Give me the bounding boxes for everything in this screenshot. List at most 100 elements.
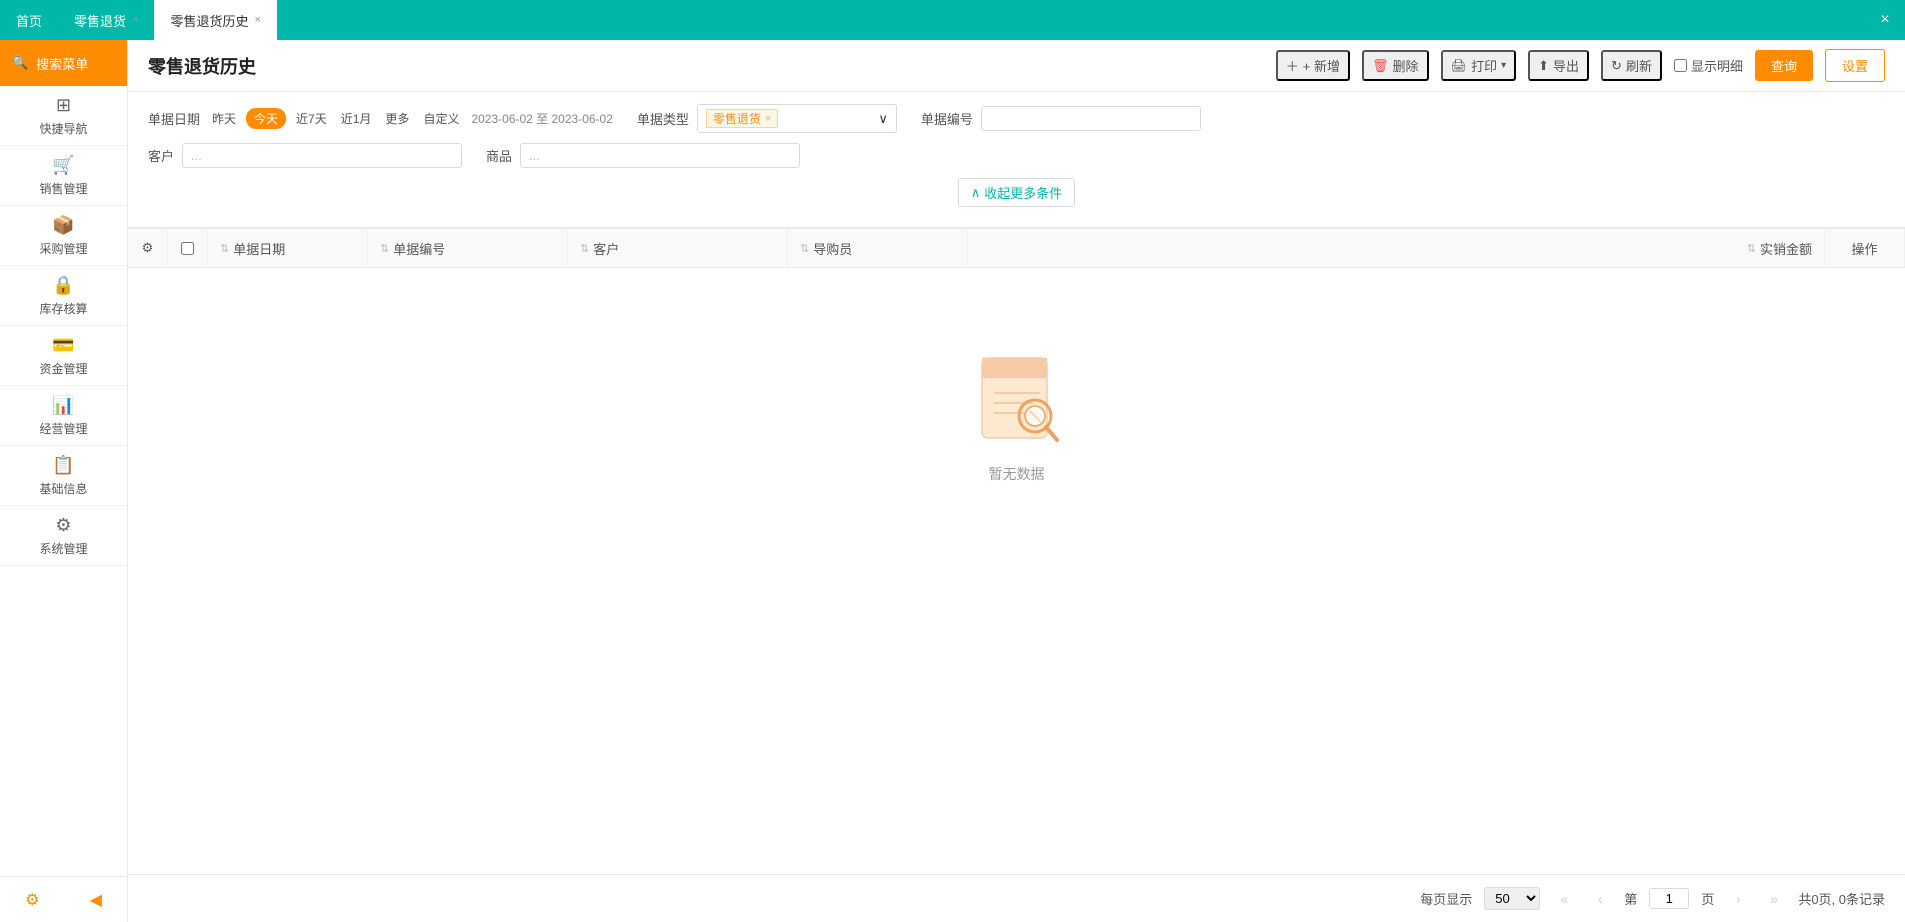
purchase-icon: 📦 [52, 215, 74, 236]
date-btn-more[interactable]: 更多 [381, 108, 413, 129]
sort-amount-icon: ⇅ [1747, 242, 1756, 255]
print-dropdown-icon: ▾ [1501, 60, 1506, 71]
table-header: ⚙ ⇅ 单据日期 ⇅ 单据编号 ⇅ 客户 [128, 228, 1905, 268]
th-checkbox[interactable] [168, 229, 208, 267]
main-layout: 🔍 搜索菜单 ⊞ 快捷导航 🛒 销售管理 📦 采购管理 🔒 库存核算 💳 [0, 40, 1905, 922]
sidebar-bottom: ⚙ ◀ [0, 876, 127, 922]
type-tag-close[interactable]: × [765, 113, 771, 125]
th-orderno[interactable]: ⇅ 单据编号 [368, 229, 568, 267]
sidebar: 🔍 搜索菜单 ⊞ 快捷导航 🛒 销售管理 📦 采购管理 🔒 库存核算 💳 [0, 40, 128, 922]
search-icon: 🔍 [12, 55, 28, 71]
delete-button[interactable]: 🗑 删除 [1362, 50, 1429, 81]
customer-placeholder: ... [191, 148, 453, 163]
sidebar-item-system-mgmt[interactable]: ⚙ 系统管理 [0, 506, 127, 566]
operation-icon: 📊 [52, 395, 74, 416]
total-pages-label: 页 [1701, 889, 1714, 908]
export-button[interactable]: ⬆ 导出 [1528, 50, 1589, 81]
tab-retail-return-close[interactable]: × [132, 14, 138, 26]
tab-retail-return-history[interactable]: 零售退货历史 × [154, 0, 276, 40]
sidebar-item-sales-mgmt[interactable]: 🛒 销售管理 [0, 146, 127, 206]
table-container: ⚙ ⇅ 单据日期 ⇅ 单据编号 ⇅ 客户 [128, 228, 1905, 564]
top-bar: 首页 零售退货 × 零售退货历史 × × [0, 0, 1905, 40]
tab-retail-return-history-close[interactable]: × [254, 14, 260, 26]
date-btn-1month[interactable]: 近1月 [337, 108, 376, 129]
th-amount[interactable]: ⇅ 实销金额 [968, 229, 1825, 267]
query-button[interactable]: 查询 [1755, 50, 1813, 81]
settings-bottom-icon[interactable]: ⚙ [25, 890, 39, 910]
goods-select[interactable]: ... [520, 143, 800, 168]
window-close-button[interactable]: × [1865, 0, 1905, 40]
th-settings[interactable]: ⚙ [128, 229, 168, 267]
filter-area: 单据日期 昨天 今天 近7天 近1月 更多 自定义 2023-06-02 至 2… [128, 92, 1905, 228]
sidebar-search[interactable]: 🔍 搜索菜单 [0, 40, 127, 86]
finance-icon: 💳 [52, 335, 74, 356]
date-filter: 单据日期 昨天 今天 近7天 近1月 更多 自定义 2023-06-02 至 2… [148, 108, 613, 129]
th-guide[interactable]: ⇅ 导购员 [788, 229, 968, 267]
first-page-button[interactable]: « [1552, 887, 1576, 911]
empty-state: 暂无数据 [128, 268, 1905, 564]
goods-placeholder: ... [529, 148, 791, 163]
print-button[interactable]: 🖨 打印 ▾ [1441, 50, 1517, 81]
delete-icon: 🗑 [1372, 58, 1389, 74]
sidebar-item-basic-info[interactable]: 📋 基础信息 [0, 446, 127, 506]
orderno-filter: 单据编号 [921, 106, 1201, 131]
date-btn-yesterday[interactable]: 昨天 [208, 108, 240, 129]
date-range-text: 2023-06-02 至 2023-06-02 [471, 110, 612, 127]
system-icon: ⚙ [55, 515, 71, 536]
page-label: 第 [1624, 889, 1637, 908]
orderno-input[interactable] [981, 106, 1201, 131]
sidebar-item-operation-mgmt[interactable]: 📊 经营管理 [0, 386, 127, 446]
date-btn-custom[interactable]: 自定义 [419, 108, 463, 129]
pagination-bar: 每页显示 10 20 50 100 « ‹ 第 页 › » 共0页, 0条记录 [128, 874, 1905, 922]
sidebar-menu: ⊞ 快捷导航 🛒 销售管理 📦 采购管理 🔒 库存核算 💳 资金管理 📊 [0, 86, 127, 876]
page-size-label: 每页显示 [1420, 889, 1472, 908]
refresh-icon: ↻ [1611, 58, 1622, 74]
sidebar-item-quick-nav[interactable]: ⊞ 快捷导航 [0, 86, 127, 146]
next-page-button[interactable]: › [1726, 887, 1750, 911]
page-title: 零售退货历史 [148, 53, 256, 79]
export-icon: ⬆ [1538, 58, 1549, 74]
collapse-icon: ∧ [971, 185, 981, 201]
basic-icon: 📋 [52, 455, 74, 476]
select-all-checkbox[interactable] [181, 242, 194, 255]
tab-list: 首页 零售退货 × 零售退货历史 × [0, 0, 1865, 40]
tab-home[interactable]: 首页 [0, 0, 58, 40]
page-header: 零售退货历史 ＋ + 新增 🗑 删除 🖨 打印 ▾ ⬆ 导出 [128, 40, 1905, 92]
show-detail-checkbox[interactable] [1674, 59, 1687, 72]
refresh-button[interactable]: ↻ 刷新 [1601, 50, 1662, 81]
add-button[interactable]: ＋ + 新增 [1276, 50, 1350, 81]
sort-guide-icon: ⇅ [800, 242, 809, 255]
show-detail-checkbox-label[interactable]: 显示明细 [1674, 56, 1743, 75]
sidebar-item-purchase-mgmt[interactable]: 📦 采购管理 [0, 206, 127, 266]
header-actions: ＋ + 新增 🗑 删除 🖨 打印 ▾ ⬆ 导出 ↻ [1276, 49, 1885, 82]
print-icon: 🖨 [1451, 58, 1468, 74]
table-area: ⚙ ⇅ 单据日期 ⇅ 单据编号 ⇅ 客户 [128, 228, 1905, 874]
type-select[interactable]: 零售退货 × ∨ [697, 104, 897, 133]
empty-text: 暂无数据 [989, 464, 1045, 484]
collapse-sidebar-icon[interactable]: ◀ [90, 890, 102, 910]
date-btn-today[interactable]: 今天 [246, 108, 286, 129]
sidebar-item-inventory[interactable]: 🔒 库存核算 [0, 266, 127, 326]
last-page-button[interactable]: » [1762, 887, 1786, 911]
sales-icon: 🛒 [52, 155, 74, 176]
type-dropdown-icon: ∨ [878, 111, 888, 127]
prev-page-button[interactable]: ‹ [1588, 887, 1612, 911]
th-date[interactable]: ⇅ 单据日期 [208, 229, 368, 267]
page-size-select[interactable]: 10 20 50 100 [1484, 887, 1540, 910]
sort-date-icon: ⇅ [220, 242, 229, 255]
page-number-input[interactable] [1649, 888, 1689, 909]
goods-filter: 商品 ... [486, 143, 800, 168]
main-content: 零售退货历史 ＋ + 新增 🗑 删除 🖨 打印 ▾ ⬆ 导出 [128, 40, 1905, 922]
type-filter: 单据类型 零售退货 × ∨ [637, 104, 897, 133]
filter-row-2: 客户 ... 商品 ... [148, 143, 1885, 168]
tab-retail-return[interactable]: 零售退货 × [58, 0, 154, 40]
th-action: 操作 [1825, 229, 1905, 267]
sidebar-item-finance-mgmt[interactable]: 💳 资金管理 [0, 326, 127, 386]
settings-button[interactable]: 设置 [1825, 49, 1885, 82]
date-btn-7days[interactable]: 近7天 [292, 108, 331, 129]
customer-select[interactable]: ... [182, 143, 462, 168]
date-btns: 昨天 今天 近7天 近1月 更多 自定义 [208, 108, 463, 129]
collapse-button[interactable]: ∧ 收起更多条件 [958, 178, 1076, 207]
th-customer[interactable]: ⇅ 客户 [568, 229, 788, 267]
quick-nav-icon: ⊞ [56, 95, 71, 116]
